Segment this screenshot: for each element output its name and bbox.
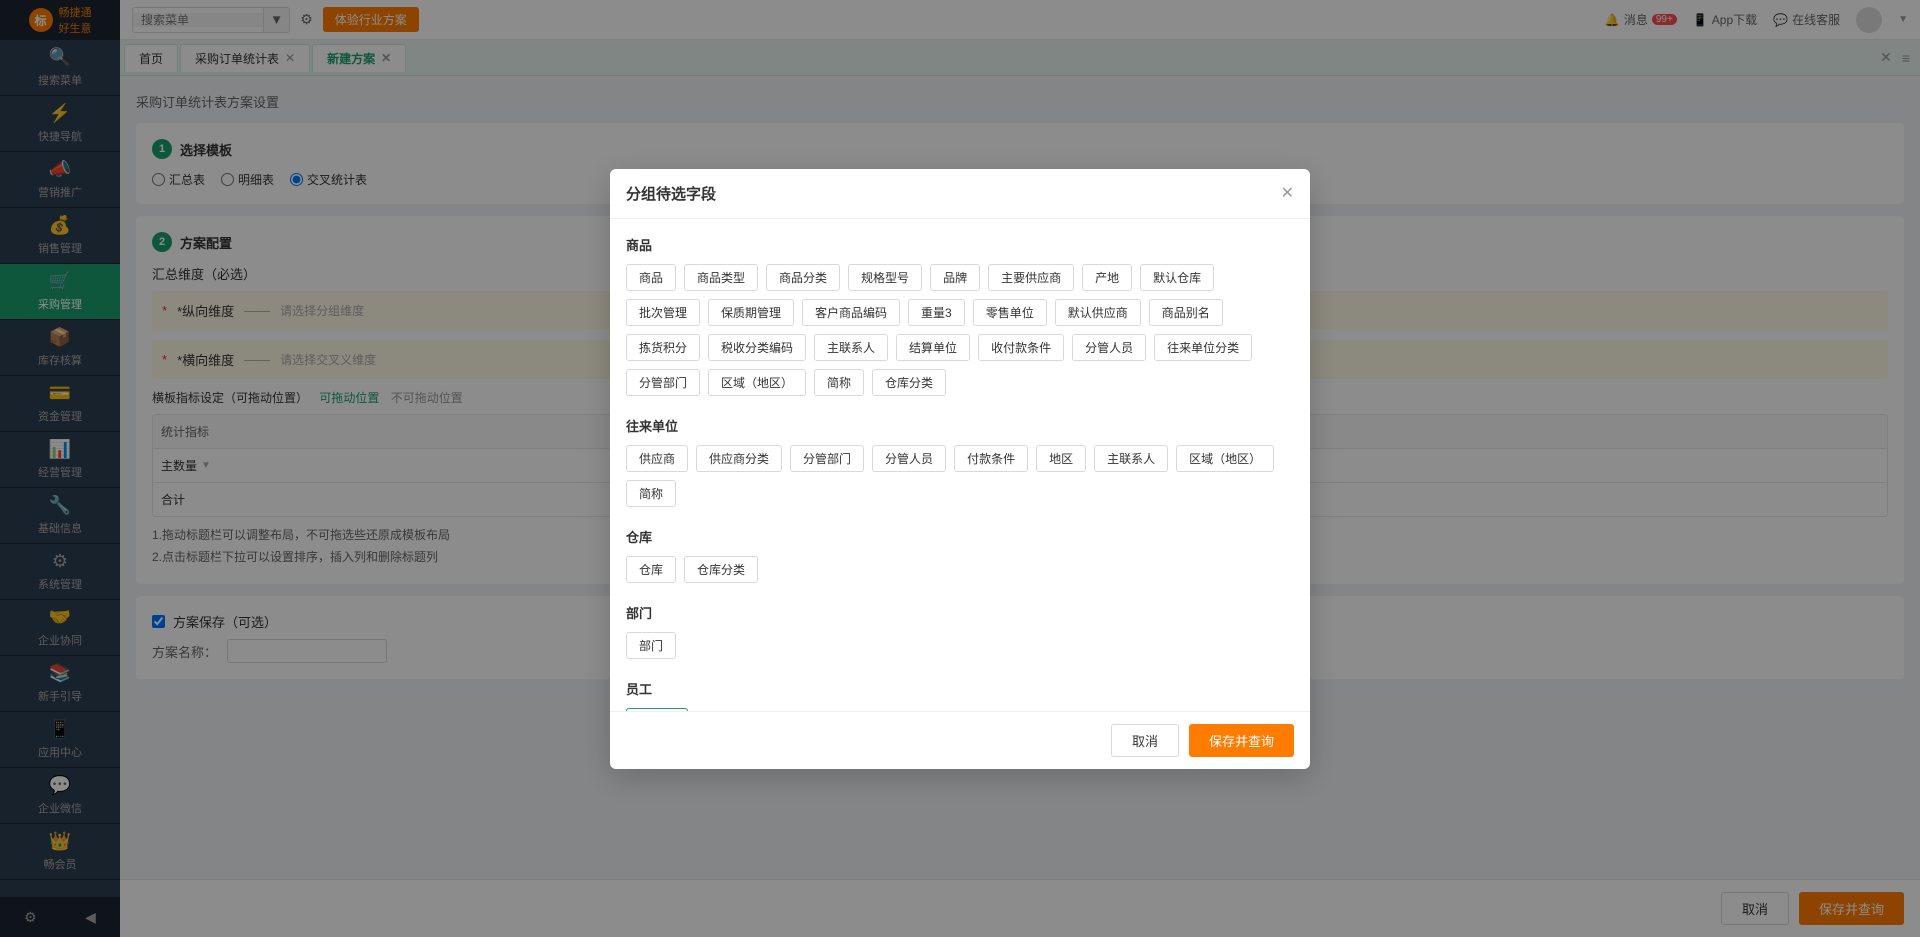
tag-warehouse[interactable]: 仓库 — [626, 556, 676, 583]
section-counterpart-tags: 供应商 供应商分类 分管部门 分管人员 付款条件 地区 主联系人 区域（地区） … — [626, 445, 1294, 507]
tag-batch-mgmt[interactable]: 批次管理 — [626, 299, 700, 326]
tag-origin[interactable]: 产地 — [1082, 264, 1132, 291]
tag-region-area[interactable]: 区域（地区） — [1176, 445, 1274, 472]
section-employee: 员工 业务员 — [626, 679, 1294, 711]
tag-main-supplier[interactable]: 主要供应商 — [988, 264, 1074, 291]
tag-default-supplier[interactable]: 默认供应商 — [1055, 299, 1141, 326]
section-dept-title: 部门 — [626, 603, 1294, 622]
tag-main-contact[interactable]: 主联系人 — [814, 334, 888, 361]
modal-footer: 取消 保存并查询 — [610, 711, 1310, 769]
tag-retail-unit[interactable]: 零售单位 — [973, 299, 1047, 326]
tag-goods-alias[interactable]: 商品别名 — [1149, 299, 1223, 326]
modal-close-button[interactable]: ✕ — [1281, 183, 1294, 203]
section-goods: 商品 商品 商品类型 商品分类 规格型号 品牌 主要供应商 产地 默认仓库 批次… — [626, 235, 1294, 396]
section-dept-tags: 部门 — [626, 632, 1294, 659]
modal-save-button[interactable]: 保存并查询 — [1189, 724, 1294, 757]
tag-supplier[interactable]: 供应商 — [626, 445, 688, 472]
tag-region2[interactable]: 地区 — [1036, 445, 1086, 472]
tag-counterpart-category[interactable]: 往来单位分类 — [1154, 334, 1252, 361]
section-warehouse: 仓库 仓库 仓库分类 — [626, 527, 1294, 583]
tag-tax-code[interactable]: 税收分类编码 — [708, 334, 806, 361]
tag-dept-mgmt[interactable]: 分管部门 — [626, 369, 700, 396]
section-warehouse-title: 仓库 — [626, 527, 1294, 546]
tag-warehouse-cat[interactable]: 仓库分类 — [684, 556, 758, 583]
modal-body: 商品 商品 商品类型 商品分类 规格型号 品牌 主要供应商 产地 默认仓库 批次… — [610, 219, 1310, 711]
section-counterpart: 往来单位 供应商 供应商分类 分管部门 分管人员 付款条件 地区 主联系人 区域… — [626, 416, 1294, 507]
modal-header: 分组待选字段 ✕ — [610, 169, 1310, 219]
modal-cancel-button[interactable]: 取消 — [1111, 724, 1179, 757]
tag-shelf-life[interactable]: 保质期管理 — [708, 299, 794, 326]
section-dept: 部门 部门 — [626, 603, 1294, 659]
section-goods-title: 商品 — [626, 235, 1294, 254]
tag-goods-type[interactable]: 商品类型 — [684, 264, 758, 291]
tag-short-name[interactable]: 简称 — [814, 369, 864, 396]
tag-weight3[interactable]: 重量3 — [908, 299, 965, 326]
tag-short-name2[interactable]: 简称 — [626, 480, 676, 507]
section-goods-tags: 商品 商品类型 商品分类 规格型号 品牌 主要供应商 产地 默认仓库 批次管理 … — [626, 264, 1294, 396]
tag-spec-model[interactable]: 规格型号 — [848, 264, 922, 291]
modal-title: 分组待选字段 — [626, 183, 716, 204]
section-employee-title: 员工 — [626, 679, 1294, 698]
tag-supplier-category[interactable]: 供应商分类 — [696, 445, 782, 472]
tag-supervisor[interactable]: 分管人员 — [1072, 334, 1146, 361]
tag-payment-cond[interactable]: 付款条件 — [954, 445, 1028, 472]
tag-goods[interactable]: 商品 — [626, 264, 676, 291]
tag-dept[interactable]: 部门 — [626, 632, 676, 659]
modal-overlay: 分组待选字段 ✕ 商品 商品 商品类型 商品分类 规格型号 品牌 主要供应商 产… — [0, 0, 1920, 937]
tag-warehouse-category[interactable]: 仓库分类 — [872, 369, 946, 396]
tag-main-contact2[interactable]: 主联系人 — [1094, 445, 1168, 472]
tag-default-warehouse[interactable]: 默认仓库 — [1140, 264, 1214, 291]
modal-dialog: 分组待选字段 ✕ 商品 商品 商品类型 商品分类 规格型号 品牌 主要供应商 产… — [610, 169, 1310, 769]
tag-payment-terms[interactable]: 收付款条件 — [978, 334, 1064, 361]
tag-supervisor2[interactable]: 分管人员 — [872, 445, 946, 472]
tag-goods-category[interactable]: 商品分类 — [766, 264, 840, 291]
tag-region[interactable]: 区域（地区） — [708, 369, 806, 396]
section-counterpart-title: 往来单位 — [626, 416, 1294, 435]
tag-settlement-unit[interactable]: 结算单位 — [896, 334, 970, 361]
tag-pick-points[interactable]: 拣货积分 — [626, 334, 700, 361]
tag-brand[interactable]: 品牌 — [930, 264, 980, 291]
section-warehouse-tags: 仓库 仓库分类 — [626, 556, 1294, 583]
tag-dept-mgmt2[interactable]: 分管部门 — [790, 445, 864, 472]
tag-customer-code[interactable]: 客户商品编码 — [802, 299, 900, 326]
